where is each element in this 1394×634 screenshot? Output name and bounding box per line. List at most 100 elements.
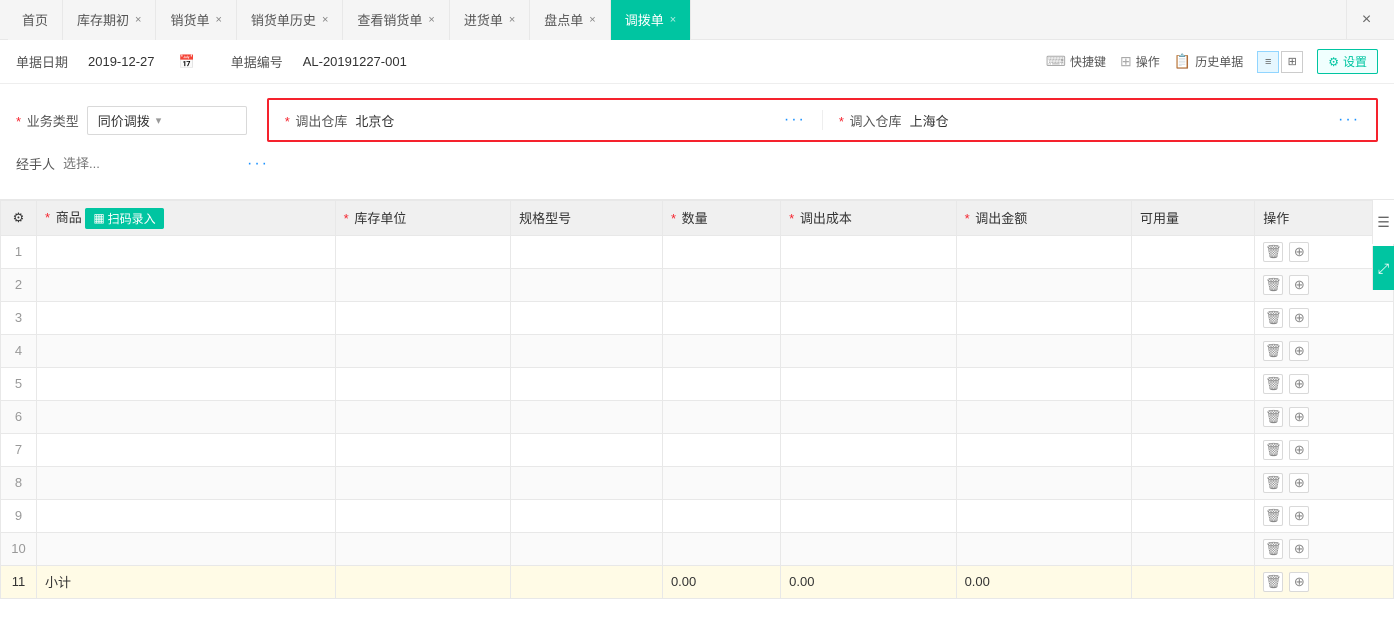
unit-cell[interactable] — [335, 433, 510, 466]
delete-icon[interactable]: 🗑 — [1263, 539, 1283, 559]
tab-inventory-count-close[interactable]: × — [589, 14, 595, 26]
copy-icon[interactable]: ⊕ — [1289, 473, 1309, 493]
tab-view-sales-close[interactable]: × — [428, 14, 434, 26]
transfer-amount-cell[interactable] — [956, 235, 1131, 268]
qty-cell[interactable] — [662, 367, 780, 400]
delete-icon[interactable]: 🗑 — [1263, 308, 1283, 328]
available-cell[interactable] — [1131, 466, 1254, 499]
view-grid-btn[interactable]: ⊞ — [1281, 51, 1303, 73]
unit-cell[interactable] — [335, 334, 510, 367]
product-cell[interactable] — [37, 499, 336, 532]
available-cell[interactable] — [1131, 235, 1254, 268]
tab-sales-order-close[interactable]: × — [215, 14, 221, 26]
delete-icon[interactable]: 🗑 — [1263, 374, 1283, 394]
transfer-cost-cell[interactable] — [781, 400, 956, 433]
shortcuts-btn[interactable]: ⌨ 快捷键 — [1046, 53, 1106, 70]
available-cell[interactable] — [1131, 301, 1254, 334]
spec-cell[interactable] — [511, 433, 663, 466]
transfer-cost-cell[interactable] — [781, 499, 956, 532]
warehouse-out-more-btn[interactable]: ··· — [784, 111, 806, 129]
history-btn[interactable]: 📋 历史单据 — [1174, 53, 1243, 70]
transfer-amount-cell[interactable] — [956, 466, 1131, 499]
qty-cell[interactable] — [662, 400, 780, 433]
qty-cell[interactable] — [662, 301, 780, 334]
tab-purchase-order-close[interactable]: × — [509, 14, 515, 26]
tab-inventory-init-close[interactable]: × — [135, 14, 141, 26]
tab-transfer-order[interactable]: 调拨单 × — [611, 0, 691, 40]
available-cell[interactable] — [1131, 334, 1254, 367]
unit-cell[interactable] — [335, 367, 510, 400]
tab-inventory-count[interactable]: 盘点单 × — [530, 0, 610, 40]
copy-icon[interactable]: ⊕ — [1289, 440, 1309, 460]
tab-home[interactable]: 首页 — [8, 0, 63, 40]
delete-icon[interactable]: 🗑 — [1263, 572, 1283, 592]
tab-purchase-order[interactable]: 进货单 × — [450, 0, 530, 40]
product-cell[interactable] — [37, 301, 336, 334]
transfer-cost-cell[interactable] — [781, 466, 956, 499]
tab-sales-order[interactable]: 销货单 × — [156, 0, 236, 40]
transfer-amount-cell[interactable] — [956, 268, 1131, 301]
qty-cell[interactable] — [662, 532, 780, 565]
transfer-amount-cell[interactable] — [956, 400, 1131, 433]
tab-sales-history-close[interactable]: × — [322, 14, 328, 26]
tab-transfer-order-close[interactable]: × — [670, 14, 676, 26]
product-cell[interactable] — [37, 334, 336, 367]
unit-cell[interactable] — [335, 499, 510, 532]
spec-cell[interactable] — [511, 466, 663, 499]
handler-input[interactable] — [63, 156, 239, 171]
product-cell[interactable] — [37, 400, 336, 433]
unit-cell[interactable] — [335, 235, 510, 268]
spec-cell[interactable] — [511, 499, 663, 532]
unit-cell[interactable] — [335, 268, 510, 301]
qty-cell[interactable] — [662, 499, 780, 532]
transfer-cost-cell[interactable] — [781, 235, 956, 268]
spec-cell[interactable] — [511, 400, 663, 433]
transfer-amount-cell[interactable] — [956, 499, 1131, 532]
available-cell[interactable] — [1131, 268, 1254, 301]
warehouse-in-more-btn[interactable]: ··· — [1338, 111, 1360, 129]
copy-icon[interactable]: ⊕ — [1289, 341, 1309, 361]
delete-icon[interactable]: 🗑 — [1263, 506, 1283, 526]
spec-cell[interactable] — [511, 334, 663, 367]
tab-view-sales[interactable]: 查看销货单 × — [343, 0, 449, 40]
transfer-amount-cell[interactable] — [956, 334, 1131, 367]
transfer-amount-cell[interactable] — [956, 433, 1131, 466]
settings-button[interactable]: ⚙ 设置 — [1317, 49, 1378, 74]
spec-cell[interactable] — [511, 532, 663, 565]
product-cell[interactable] — [37, 268, 336, 301]
product-cell[interactable] — [37, 235, 336, 268]
operations-btn[interactable]: ⊞ 操作 — [1120, 53, 1160, 70]
spec-cell[interactable] — [511, 301, 663, 334]
transfer-amount-cell[interactable] — [956, 532, 1131, 565]
calendar-icon[interactable]: 📅 — [179, 54, 195, 70]
copy-icon[interactable]: ⊕ — [1289, 374, 1309, 394]
transfer-cost-cell[interactable] — [781, 268, 956, 301]
available-cell[interactable] — [1131, 499, 1254, 532]
copy-icon[interactable]: ⊕ — [1289, 407, 1309, 427]
spec-cell[interactable] — [511, 367, 663, 400]
tab-inventory-init[interactable]: 库存期初 × — [63, 0, 156, 40]
delete-icon[interactable]: 🗑 — [1263, 440, 1283, 460]
qty-cell[interactable] — [662, 268, 780, 301]
business-type-select[interactable]: 同价调拨 ▾ — [87, 106, 247, 135]
unit-cell[interactable] — [335, 466, 510, 499]
qty-cell[interactable] — [662, 466, 780, 499]
spec-cell[interactable] — [511, 235, 663, 268]
product-cell[interactable] — [37, 466, 336, 499]
delete-icon[interactable]: 🗑 — [1263, 407, 1283, 427]
delete-icon[interactable]: 🗑 — [1263, 341, 1283, 361]
available-cell[interactable] — [1131, 367, 1254, 400]
sidebar-list-icon[interactable]: ☰ — [1372, 200, 1394, 244]
unit-cell[interactable] — [335, 301, 510, 334]
tab-sales-history[interactable]: 销货单历史 × — [237, 0, 343, 40]
product-cell[interactable] — [37, 532, 336, 565]
transfer-cost-cell[interactable] — [781, 532, 956, 565]
qty-cell[interactable] — [662, 334, 780, 367]
delete-icon[interactable]: 🗑 — [1263, 242, 1283, 262]
transfer-cost-cell[interactable] — [781, 334, 956, 367]
delete-icon[interactable]: 🗑 — [1263, 275, 1283, 295]
copy-icon[interactable]: ⊕ — [1289, 242, 1309, 262]
copy-icon[interactable]: ⊕ — [1289, 308, 1309, 328]
unit-cell[interactable] — [335, 400, 510, 433]
gear-header[interactable]: ⚙ — [1, 201, 37, 236]
